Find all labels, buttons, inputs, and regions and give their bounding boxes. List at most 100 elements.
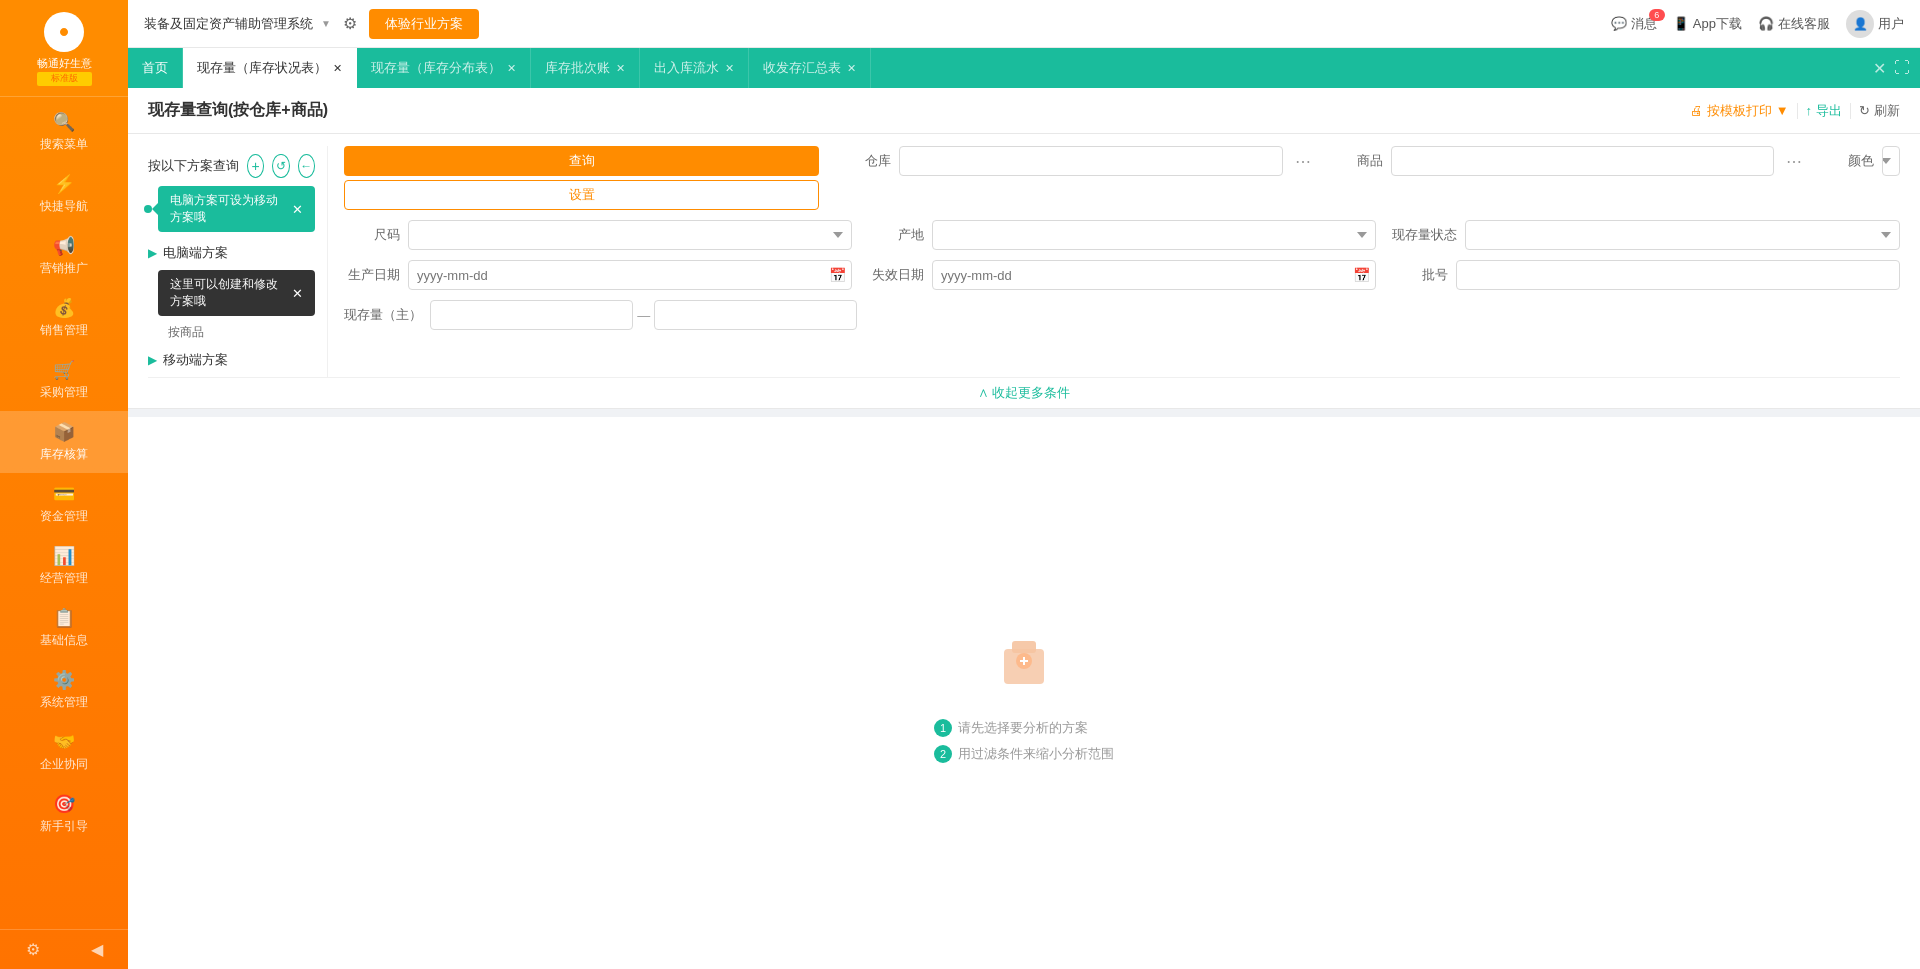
tab-inventory-status[interactable]: 现存量（库存状况表） ✕ — [183, 48, 357, 88]
stock-status-select[interactable] — [1465, 220, 1900, 250]
stock-qty-max-input[interactable] — [654, 300, 857, 330]
goods-label: 商品 — [1327, 152, 1383, 170]
pc-scheme-toggle[interactable]: ▶ — [148, 246, 157, 260]
color-select[interactable] — [1882, 146, 1900, 176]
warehouse-field: 仓库 ⋯ — [835, 146, 1310, 176]
prev-scheme-button[interactable]: ← — [298, 154, 315, 178]
mobile-scheme-toggle[interactable]: ▶ — [148, 353, 157, 367]
add-scheme-button[interactable]: + — [247, 154, 264, 178]
warehouse-label: 仓库 — [835, 152, 891, 170]
color-label: 颜色 — [1818, 152, 1874, 170]
collapse-bar[interactable]: ∧ 收起更多条件 — [148, 377, 1900, 408]
divider-1 — [1797, 103, 1798, 119]
refresh-button[interactable]: ↻ 刷新 — [1859, 102, 1900, 120]
range-separator: — — [637, 308, 650, 323]
sidebar-nav: 🔍 搜索菜单 ⚡ 快捷导航 📢 营销推广 💰 销售管理 🛒 采购管理 📦 库存核… — [0, 97, 128, 929]
tab-inventory-dist[interactable]: 现存量（库存分布表） ✕ — [357, 48, 531, 88]
tooltip2-close-icon[interactable]: ✕ — [292, 286, 303, 301]
inventory-icon: 📦 — [53, 421, 75, 443]
export-button[interactable]: ↑ 导出 — [1806, 102, 1843, 120]
tab-close-batch[interactable]: ✕ — [616, 62, 625, 75]
topbar-right: 💬 消息 6 📱 App下载 🎧 在线客服 👤 用户 — [1611, 10, 1904, 38]
sidebar-item-newbie[interactable]: 🎯 新手引导 — [0, 783, 128, 845]
expire-date-input[interactable] — [932, 260, 1376, 290]
message-button[interactable]: 💬 消息 6 — [1611, 15, 1657, 33]
tab-minimize-icon[interactable]: ✕ — [1873, 59, 1886, 78]
tab-bar: 首页 现存量（库存状况表） ✕ 现存量（库存分布表） ✕ 库存批次账 ✕ 出入库… — [128, 48, 1920, 88]
sidebar-item-purchase[interactable]: 🛒 采购管理 — [0, 349, 128, 411]
newbie-icon: 🎯 — [53, 793, 75, 815]
warehouse-input[interactable] — [899, 146, 1282, 176]
reset-scheme-button[interactable]: ↺ — [272, 154, 289, 178]
tooltip1-close-icon[interactable]: ✕ — [292, 202, 303, 217]
template-print-button[interactable]: 🖨 按模板打印 ▼ — [1690, 102, 1789, 120]
size-label: 尺码 — [344, 226, 400, 244]
sidebar-item-inventory[interactable]: 📦 库存核算 — [0, 411, 128, 473]
tip-num-2: 2 — [934, 745, 952, 763]
color-field: 颜色 — [1818, 146, 1900, 176]
collapse-sidebar-icon[interactable]: ◀ — [91, 940, 103, 959]
size-select[interactable] — [408, 220, 852, 250]
sidebar-item-sales[interactable]: 💰 销售管理 — [0, 287, 128, 349]
export-icon: ↑ — [1806, 103, 1813, 118]
stock-qty-field: 现存量（主） — — [344, 300, 857, 330]
settings-icon[interactable]: ⚙ — [343, 14, 357, 33]
tooltip-pc-scheme: 电脑方案可设为移动方案哦 ✕ — [158, 186, 315, 232]
produce-date-input[interactable] — [408, 260, 852, 290]
tab-close-inventory-status[interactable]: ✕ — [333, 62, 342, 75]
tab-batch-account[interactable]: 库存批次账 ✕ — [531, 48, 640, 88]
svg-rect-2 — [1012, 641, 1036, 653]
sidebar-item-system[interactable]: ⚙️ 系统管理 — [0, 659, 128, 721]
tab-io-flow[interactable]: 出入库流水 ✕ — [640, 48, 749, 88]
system-name: 装备及固定资产辅助管理系统 — [144, 15, 313, 33]
sidebar-item-quick[interactable]: ⚡ 快捷导航 — [0, 163, 128, 225]
sidebar-item-enterprise[interactable]: 🤝 企业协同 — [0, 721, 128, 783]
reset-button[interactable]: 设置 — [344, 180, 819, 210]
pc-scheme-row: ▶ 电脑端方案 — [148, 240, 315, 270]
message-icon: 💬 — [1611, 16, 1627, 31]
dot-indicator-1 — [144, 205, 152, 213]
goods-dots-icon[interactable]: ⋯ — [1786, 152, 1802, 171]
batch-no-input[interactable] — [1456, 260, 1900, 290]
batch-no-field: 批号 — [1392, 260, 1900, 290]
tab-collection-summary[interactable]: 收发存汇总表 ✕ — [749, 48, 871, 88]
online-support-button[interactable]: 🎧 在线客服 — [1758, 15, 1830, 33]
sub-item-row: 按商品 — [148, 324, 315, 341]
sidebar-item-search[interactable]: 🔍 搜索菜单 — [0, 101, 128, 163]
search-btn-group: 查询 设置 — [344, 146, 819, 210]
user-area[interactable]: 👤 用户 — [1846, 10, 1904, 38]
tab-close-collection[interactable]: ✕ — [847, 62, 856, 75]
tab-home[interactable]: 首页 — [128, 48, 183, 88]
stock-qty-label: 现存量（主） — [344, 306, 422, 324]
app-download-button[interactable]: 📱 App下载 — [1673, 15, 1742, 33]
warehouse-dots-icon[interactable]: ⋯ — [1295, 152, 1311, 171]
search-button[interactable]: 查询 — [344, 146, 819, 176]
size-field: 尺码 — [344, 220, 852, 250]
settings-bottom-icon[interactable]: ⚙ — [26, 940, 40, 959]
stock-qty-min-input[interactable] — [430, 300, 633, 330]
stock-status-label: 现存量状态 — [1392, 226, 1457, 244]
origin-select[interactable] — [932, 220, 1376, 250]
system-selector[interactable]: 装备及固定资产辅助管理系统 ▼ — [144, 15, 331, 33]
batch-no-label: 批号 — [1392, 266, 1448, 284]
filter-fields-panel: 仓库 ⋯ 商品 ⋯ 颜色 — [328, 146, 1900, 377]
filter-scheme-panel: 按以下方案查询 + ↺ ← 电脑方案可设为移动方案哦 ✕ — [148, 146, 328, 377]
sidebar-item-finance[interactable]: 💳 资金管理 — [0, 473, 128, 535]
produce-date-wrapper: 📅 — [408, 260, 852, 290]
tab-maximize-icon[interactable]: ⛶ — [1894, 59, 1910, 77]
filter-row-4: 现存量（主） — — [344, 300, 1900, 330]
goods-input[interactable] — [1391, 146, 1774, 176]
sidebar-item-operation[interactable]: 📊 经营管理 — [0, 535, 128, 597]
sidebar-item-marketing[interactable]: 📢 营销推广 — [0, 225, 128, 287]
logo-area: 畅通好生意 标准版 — [0, 0, 128, 97]
stock-qty-range: — — [430, 300, 857, 330]
sidebar-item-basic[interactable]: 📋 基础信息 — [0, 597, 128, 659]
empty-tips: 1 请先选择要分析的方案 2 用过滤条件来缩小分析范围 — [934, 715, 1114, 767]
trial-button[interactable]: 体验行业方案 — [369, 9, 479, 39]
search-icon: 🔍 — [53, 111, 75, 133]
goods-field: 商品 ⋯ — [1327, 146, 1802, 176]
tab-close-io[interactable]: ✕ — [725, 62, 734, 75]
tab-close-inventory-dist[interactable]: ✕ — [507, 62, 516, 75]
system-icon: ⚙️ — [53, 669, 75, 691]
tooltip-create-scheme: 这里可以创建和修改方案哦 ✕ — [158, 270, 315, 316]
